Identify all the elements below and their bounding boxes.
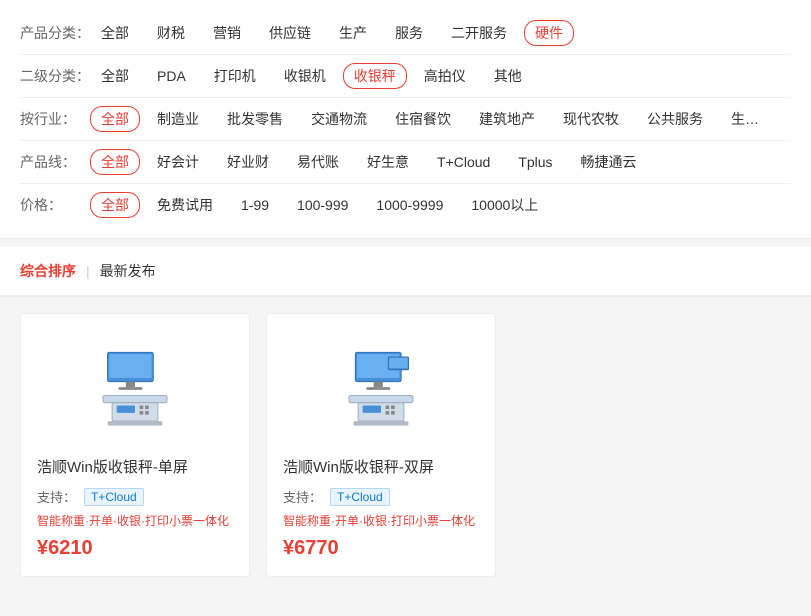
filter-item[interactable]: 免费试用	[146, 192, 224, 218]
product-category-label: 产品分类：	[20, 23, 90, 43]
filter-item[interactable]: 交通物流	[300, 106, 378, 132]
support-label-1: 支持：	[37, 487, 76, 506]
filter-item[interactable]: 服务	[384, 20, 434, 46]
sort-item-comprehensive[interactable]: 综合排序	[20, 257, 76, 285]
product-category-items: 全部 财税 营销 供应链 生产 服务 二开服务 硬件	[90, 20, 791, 46]
filter-item[interactable]: Tplus	[507, 151, 563, 173]
product-card-1[interactable]: 浩顺Win版收银秤-单屏 支持： T+Cloud 智能称重·开单·收银·打印小票…	[20, 313, 250, 577]
product-desc-2: 智能称重·开单·收银·打印小票一体化	[283, 512, 479, 529]
product-support-1: 支持： T+Cloud	[37, 487, 233, 506]
support-tag-1: T+Cloud	[84, 488, 144, 506]
filter-item[interactable]: 10000以上	[460, 192, 549, 218]
filter-item[interactable]: 住宿餐饮	[384, 106, 462, 132]
sub-category-row: 二级分类： 全部 PDA 打印机 收银机 收银秤 高拍仪 其他	[20, 55, 791, 98]
filter-section: 产品分类： 全部 财税 营销 供应链 生产 服务 二开服务 硬件 二级分类： 全…	[0, 0, 811, 239]
filter-item-all-industry[interactable]: 全部	[90, 106, 140, 132]
filter-item[interactable]: 高拍仪	[413, 63, 477, 89]
filter-item[interactable]: PDA	[146, 65, 197, 87]
sort-divider: |	[86, 263, 90, 279]
price-items: 全部 免费试用 1-99 100-999 1000-9999 10000以上	[90, 192, 791, 218]
product-svg-1	[80, 344, 190, 434]
product-line-label: 产品线：	[20, 152, 90, 172]
filter-item[interactable]: 全部	[90, 63, 140, 89]
filter-item[interactable]: 打印机	[203, 63, 267, 89]
filter-item[interactable]: 批发零售	[216, 106, 294, 132]
product-desc-1: 智能称重·开单·收银·打印小票一体化	[37, 512, 233, 529]
filter-item[interactable]: T+Cloud	[426, 151, 501, 173]
filter-item[interactable]: 建筑地产	[468, 106, 546, 132]
filter-item[interactable]: 好会计	[146, 149, 210, 175]
filter-item[interactable]: 好业财	[216, 149, 280, 175]
product-grid: 浩顺Win版收银秤-单屏 支持： T+Cloud 智能称重·开单·收银·打印小票…	[0, 297, 811, 593]
filter-item-all-line[interactable]: 全部	[90, 149, 140, 175]
product-line-items: 全部 好会计 好业财 易代账 好生意 T+Cloud Tplus 畅捷通云	[90, 149, 791, 175]
filter-item[interactable]: 公共服务	[636, 106, 714, 132]
filter-item[interactable]: 1000-9999	[365, 194, 454, 216]
filter-item-hardware[interactable]: 硬件	[524, 20, 574, 46]
filter-item[interactable]: 100-999	[286, 194, 359, 216]
price-label: 价格：	[20, 195, 90, 215]
filter-item[interactable]: 全部	[90, 20, 140, 46]
sort-item-latest[interactable]: 最新发布	[100, 257, 156, 285]
filter-item-all-price[interactable]: 全部	[90, 192, 140, 218]
product-name-2: 浩顺Win版收银秤-双屏	[283, 456, 479, 477]
filter-item[interactable]: 供应链	[258, 20, 322, 46]
product-price-2: ¥6770	[283, 537, 479, 560]
industry-items: 全部 制造业 批发零售 交通物流 住宿餐饮 建筑地产 现代农牧 公共服务 生…	[90, 106, 791, 132]
product-support-2: 支持： T+Cloud	[283, 487, 479, 506]
filter-item[interactable]: 财税	[146, 20, 196, 46]
support-tag-2: T+Cloud	[330, 488, 390, 506]
product-category-row: 产品分类： 全部 财税 营销 供应链 生产 服务 二开服务 硬件	[20, 12, 791, 55]
product-name-1: 浩顺Win版收银秤-单屏	[37, 456, 233, 477]
product-image-2	[283, 334, 479, 444]
filter-item[interactable]: 二开服务	[440, 20, 518, 46]
sub-category-label: 二级分类：	[20, 66, 90, 86]
product-line-row: 产品线： 全部 好会计 好业财 易代账 好生意 T+Cloud Tplus 畅捷…	[20, 141, 791, 184]
filter-item[interactable]: 易代账	[286, 149, 350, 175]
filter-item[interactable]: 现代农牧	[552, 106, 630, 132]
product-card-2[interactable]: 浩顺Win版收银秤-双屏 支持： T+Cloud 智能称重·开单·收银·打印小票…	[266, 313, 496, 577]
support-label-2: 支持：	[283, 487, 322, 506]
industry-label: 按行业：	[20, 109, 90, 129]
filter-item[interactable]: 好生意	[356, 149, 420, 175]
filter-item-cashregister-scale[interactable]: 收银秤	[343, 63, 407, 89]
filter-item[interactable]: 畅捷通云	[570, 149, 648, 175]
filter-item[interactable]: 生…	[720, 106, 770, 132]
product-image-1	[37, 334, 233, 444]
product-price-1: ¥6210	[37, 537, 233, 560]
price-row: 价格： 全部 免费试用 1-99 100-999 1000-9999 10000…	[20, 184, 791, 226]
product-svg-2	[326, 344, 436, 434]
sort-bar: 综合排序 | 最新发布	[0, 247, 811, 297]
filter-item[interactable]: 收银机	[273, 63, 337, 89]
filter-item[interactable]: 1-99	[230, 194, 280, 216]
filter-item[interactable]: 营销	[202, 20, 252, 46]
industry-row: 按行业： 全部 制造业 批发零售 交通物流 住宿餐饮 建筑地产 现代农牧 公共服…	[20, 98, 791, 141]
filter-item[interactable]: 其他	[483, 63, 533, 89]
filter-item[interactable]: 生产	[328, 20, 378, 46]
filter-item[interactable]: 制造业	[146, 106, 210, 132]
sub-category-items: 全部 PDA 打印机 收银机 收银秤 高拍仪 其他	[90, 63, 791, 89]
